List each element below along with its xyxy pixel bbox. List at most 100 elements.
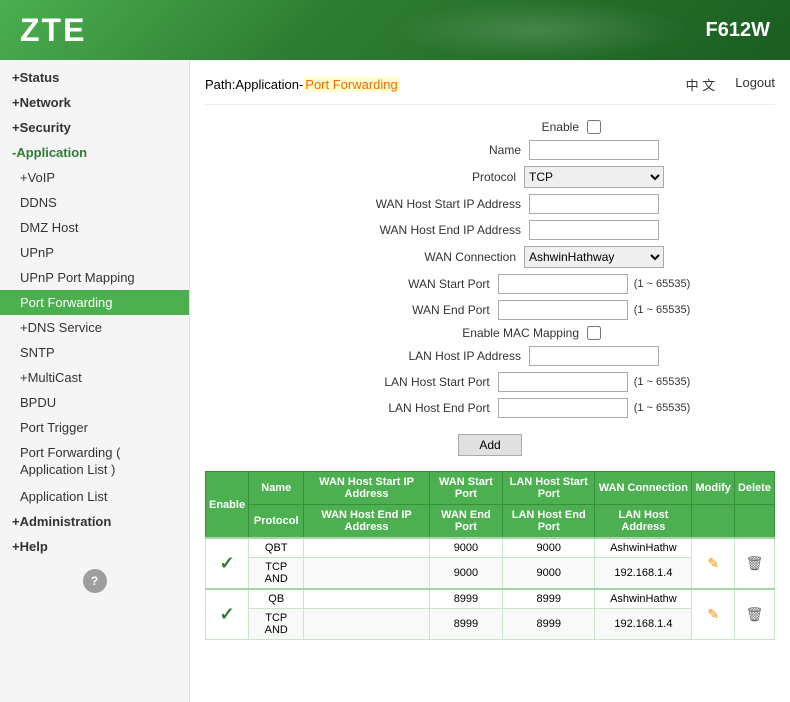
- row1-lan-host: 192.168.1.4: [595, 558, 692, 590]
- sidebar-item-help[interactable]: +Help: [0, 534, 189, 559]
- wan-host-start-input[interactable]: [529, 194, 659, 214]
- lan-host-start-input[interactable]: [498, 372, 628, 392]
- enable-checkbox[interactable]: [587, 120, 601, 134]
- row2-lan-end-port: 8999: [503, 609, 595, 640]
- col-name: Name: [249, 472, 304, 505]
- wan-end-port-hint: (1 ~ 65535): [634, 304, 691, 316]
- sidebar-item-sntp[interactable]: SNTP: [0, 340, 189, 365]
- lan-host-ip-input[interactable]: [529, 346, 659, 366]
- nav-actions: 中 文 Logout: [686, 75, 775, 94]
- sidebar-item-upnp-port[interactable]: UPnP Port Mapping: [0, 265, 189, 290]
- sidebar-item-dmz[interactable]: DMZ Host: [0, 215, 189, 240]
- row1-wan-host-start: [304, 538, 429, 558]
- sidebar-item-app-list[interactable]: Application List: [0, 484, 189, 509]
- protocol-select[interactable]: TCP UDP TCP AND UDP: [524, 166, 664, 188]
- sidebar-item-voip[interactable]: +VoIP: [0, 165, 189, 190]
- sidebar-item-multicast[interactable]: +MultiCast: [0, 365, 189, 390]
- wan-start-port-row: WAN Start Port (1 ~ 65535): [205, 274, 775, 294]
- logout-link[interactable]: Logout: [735, 75, 775, 94]
- trash-icon-2: 🗑: [746, 606, 764, 622]
- row1-enable: ✓: [206, 538, 249, 589]
- modify-button-2[interactable]: ✎: [706, 605, 720, 624]
- col-enable: Enable: [206, 472, 249, 539]
- wan-start-port-input[interactable]: [498, 274, 628, 294]
- sidebar-item-administration[interactable]: +Administration: [0, 509, 189, 534]
- sidebar-item-status[interactable]: +Status: [0, 65, 189, 90]
- enable-mac-label: Enable MAC Mapping: [379, 326, 579, 340]
- port-forwarding-table: Enable Name WAN Host Start IP Address WA…: [205, 471, 775, 640]
- wan-connection-select[interactable]: AshwinHathway: [524, 246, 664, 268]
- lan-host-start-row: LAN Host Start Port (1 ~ 65535): [205, 372, 775, 392]
- col-wan-start-port: WAN Start Port: [429, 472, 502, 505]
- col-wan-host-start: WAN Host Start IP Address: [304, 472, 429, 505]
- sidebar-item-ddns[interactable]: DDNS: [0, 190, 189, 215]
- name-input[interactable]: [529, 140, 659, 160]
- table-row: TCP AND 8999 8999 192.168.1.4: [206, 609, 775, 640]
- modify-button-1[interactable]: ✎: [706, 554, 720, 573]
- row2-lan-start-port: 8999: [503, 589, 595, 609]
- lan-host-end-row: LAN Host End Port (1 ~ 65535): [205, 398, 775, 418]
- lan-host-end-input[interactable]: [498, 398, 628, 418]
- lan-host-end-label: LAN Host End Port: [290, 401, 490, 415]
- wan-host-start-label: WAN Host Start IP Address: [321, 197, 521, 211]
- lan-host-start-label: LAN Host Start Port: [290, 375, 490, 389]
- row2-wan-start-port: 8999: [429, 589, 502, 609]
- name-row: Name: [205, 140, 775, 160]
- row2-lan-host: 192.168.1.4: [595, 609, 692, 640]
- col-modify2: [692, 505, 734, 539]
- port-forwarding-form: Enable Name Protocol TCP UDP TCP AND UDP…: [205, 120, 775, 456]
- enable-row: Enable: [205, 120, 775, 134]
- col-modify: Modify: [692, 472, 734, 505]
- sidebar-item-network[interactable]: +Network: [0, 90, 189, 115]
- check-mark-1: ✓: [219, 553, 234, 573]
- logo: ZTE: [20, 12, 86, 49]
- wan-host-end-input[interactable]: [529, 220, 659, 240]
- sidebar-item-dns[interactable]: +DNS Service: [0, 315, 189, 340]
- table-row: ✓ QBT 9000 9000 AshwinHathw ✎: [206, 538, 775, 558]
- protocol-row: Protocol TCP UDP TCP AND UDP: [205, 166, 775, 188]
- lan-start-hint: (1 ~ 65535): [634, 376, 691, 388]
- row1-modify: ✎: [692, 538, 734, 589]
- path-bar: Path:Application-Port Forwarding 中 文 Log…: [205, 70, 775, 105]
- col-wan-host-end: WAN Host End IP Address: [304, 505, 429, 539]
- wan-start-port-label: WAN Start Port: [290, 277, 490, 291]
- row2-name: QB: [249, 589, 304, 609]
- row1-lan-start-port: 9000: [503, 538, 595, 558]
- lan-host-ip-label: LAN Host IP Address: [321, 349, 521, 363]
- lan-end-hint: (1 ~ 65535): [634, 402, 691, 414]
- table-row: ✓ QB 8999 8999 AshwinHathw ✎: [206, 589, 775, 609]
- sidebar-item-port-trigger[interactable]: Port Trigger: [0, 415, 189, 440]
- delete-button-2[interactable]: 🗑: [745, 605, 765, 624]
- path-highlight: Port Forwarding: [303, 77, 399, 92]
- row2-wan-connection: AshwinHathw: [595, 589, 692, 609]
- sidebar-item-bpdu[interactable]: BPDU: [0, 390, 189, 415]
- row1-wan-host-end: [304, 558, 429, 590]
- sidebar-item-upnp[interactable]: UPnP: [0, 240, 189, 265]
- wan-host-start-row: WAN Host Start IP Address: [205, 194, 775, 214]
- enable-mac-checkbox[interactable]: [587, 326, 601, 340]
- sidebar-item-port-fwd-app[interactable]: Port Forwarding (Application List ): [0, 440, 189, 484]
- enable-mac-row: Enable MAC Mapping: [205, 326, 775, 340]
- col-wan-end-port: WAN End Port: [429, 505, 502, 539]
- sidebar-item-application[interactable]: -Application: [0, 140, 189, 165]
- row1-wan-start-port: 9000: [429, 538, 502, 558]
- wan-end-port-input[interactable]: [498, 300, 628, 320]
- language-link[interactable]: 中 文: [686, 75, 716, 94]
- breadcrumb: Path:Application-Port Forwarding: [205, 77, 400, 92]
- row2-protocol: TCP AND: [249, 609, 304, 640]
- col-lan-host: LAN Host Address: [595, 505, 692, 539]
- add-btn-row: Add: [205, 426, 775, 456]
- sidebar-item-security[interactable]: +Security: [0, 115, 189, 140]
- name-label: Name: [321, 143, 521, 157]
- add-button[interactable]: Add: [458, 434, 521, 456]
- sidebar-item-port-forwarding[interactable]: Port Forwarding: [0, 290, 189, 315]
- protocol-label: Protocol: [316, 170, 516, 184]
- row2-enable: ✓: [206, 589, 249, 640]
- wan-end-port-row: WAN End Port (1 ~ 65535): [205, 300, 775, 320]
- edit-icon-1: ✎: [707, 555, 719, 571]
- row1-wan-end-port: 9000: [429, 558, 502, 590]
- help-button[interactable]: ?: [83, 569, 107, 593]
- row1-lan-end-port: 9000: [503, 558, 595, 590]
- row1-wan-connection: AshwinHathw: [595, 538, 692, 558]
- delete-button-1[interactable]: 🗑: [745, 554, 765, 573]
